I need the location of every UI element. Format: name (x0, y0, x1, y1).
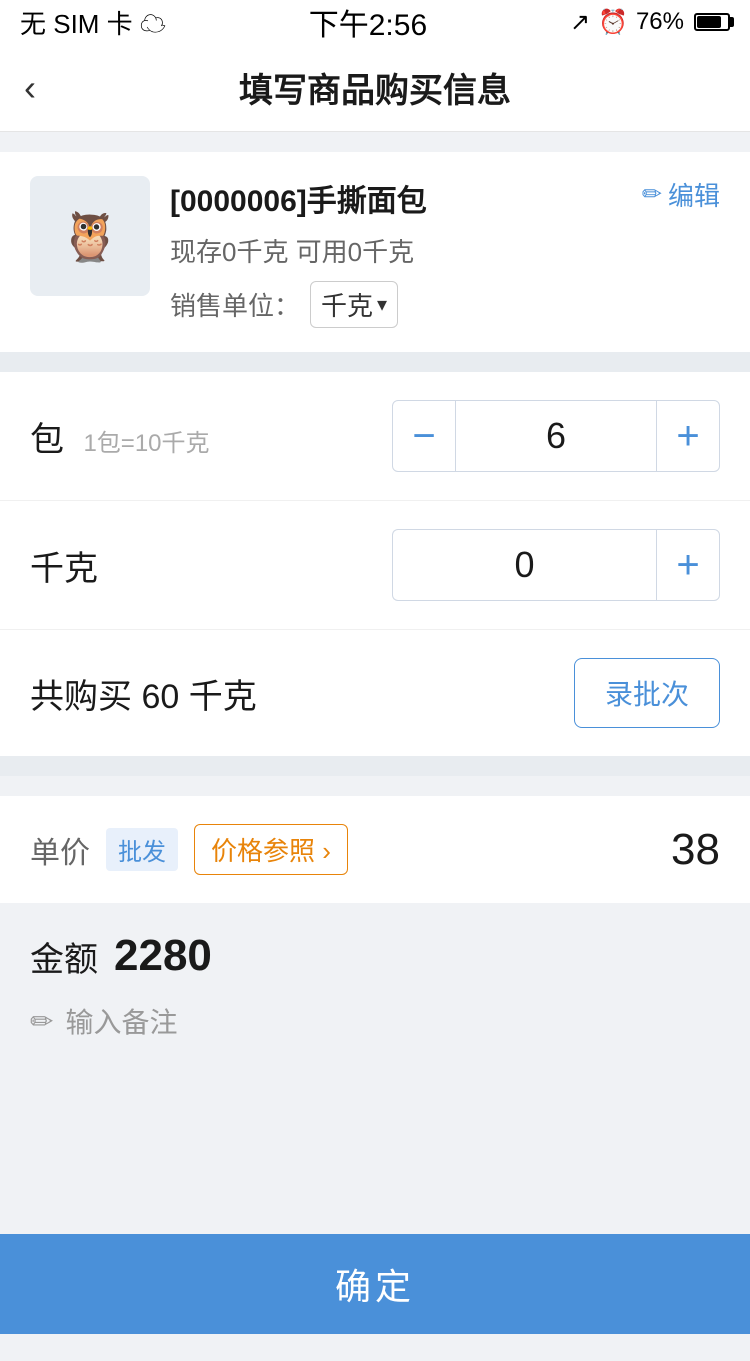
product-name: [0000006]手撕面包 (170, 176, 720, 220)
product-card: 🦉 [0000006]手撕面包 现存0千克 可用0千克 销售单位： 千克 ▾ ✏… (0, 152, 750, 352)
divider-1 (0, 352, 750, 372)
divider-2 (0, 756, 750, 776)
edit-icon: ✏ (642, 180, 662, 209)
bag-quantity-control: − + (392, 400, 720, 472)
signal-icon: ↗ (570, 8, 590, 37)
kg-increment-button[interactable]: + (656, 529, 720, 601)
summary-row: 共购买 60 千克 录批次 (0, 630, 750, 756)
bag-quantity-input[interactable] (456, 400, 656, 472)
amount-value: 2280 (114, 931, 212, 981)
remark-row[interactable]: ✏ 输入备注 (30, 1001, 720, 1041)
kg-quantity-input[interactable] (392, 529, 656, 601)
bag-input-row: 包 1包=10千克 − + (0, 372, 750, 501)
status-right: ↗ ⏰ 76% (570, 8, 730, 37)
page-title: 填写商品购买信息 (239, 63, 511, 112)
battery-icon (694, 13, 730, 31)
bag-increment-button[interactable]: + (656, 400, 720, 472)
confirm-button[interactable]: 确定 (0, 1234, 750, 1334)
summary-text: 共购买 60 千克 (30, 669, 257, 718)
remark-placeholder[interactable]: 输入备注 (65, 1001, 177, 1041)
price-type-badge: 批发 (106, 828, 178, 871)
chevron-down-icon: ▾ (377, 292, 387, 317)
bag-label-group: 包 1包=10千克 (30, 412, 392, 461)
status-time: 下午2:56 (309, 0, 427, 44)
sim-status: 无 SIM 卡 ☁ (20, 4, 166, 41)
price-section: 单价 批发 价格参照 › 38 (0, 796, 750, 903)
alarm-icon: ⏰ (598, 8, 628, 37)
battery-status: 76% (636, 8, 684, 36)
unit-selector[interactable]: 千克 ▾ (310, 281, 398, 328)
bag-label: 包 (30, 421, 64, 459)
kg-input-row: 千克 + (0, 501, 750, 630)
amount-section: 金额 2280 ✏ 输入备注 (0, 903, 750, 1061)
price-reference-button[interactable]: 价格参照 › (194, 824, 348, 875)
price-value: 38 (671, 825, 720, 875)
amount-label: 金额 (30, 932, 98, 981)
edit-button[interactable]: ✏ 编辑 (642, 176, 720, 213)
bag-decrement-button[interactable]: − (392, 400, 456, 472)
unit-label: 销售单位： (170, 286, 300, 323)
bag-input-section: 包 1包=10千克 − + 千克 + (0, 372, 750, 630)
record-batch-button[interactable]: 录批次 (574, 658, 720, 728)
product-logo-icon: 🦉 (60, 208, 120, 265)
price-label: 单价 (30, 828, 90, 872)
nav-bar: ‹ 填写商品购买信息 (0, 44, 750, 132)
kg-label: 千克 (30, 541, 392, 590)
product-info: [0000006]手撕面包 现存0千克 可用0千克 销售单位： 千克 ▾ (170, 176, 720, 328)
product-thumbnail: 🦉 (30, 176, 150, 296)
back-button[interactable]: ‹ (24, 67, 36, 109)
pencil-icon: ✏ (30, 1005, 53, 1038)
amount-row: 金额 2280 (30, 931, 720, 981)
product-unit-row: 销售单位： 千克 ▾ (170, 281, 720, 328)
status-left: 无 SIM 卡 ☁ (20, 4, 166, 41)
kg-quantity-control: + (392, 529, 720, 601)
status-bar: 无 SIM 卡 ☁ 下午2:56 ↗ ⏰ 76% (0, 0, 750, 44)
bag-hint: 1包=10千克 (83, 430, 209, 457)
product-stock: 现存0千克 可用0千克 (170, 232, 720, 269)
